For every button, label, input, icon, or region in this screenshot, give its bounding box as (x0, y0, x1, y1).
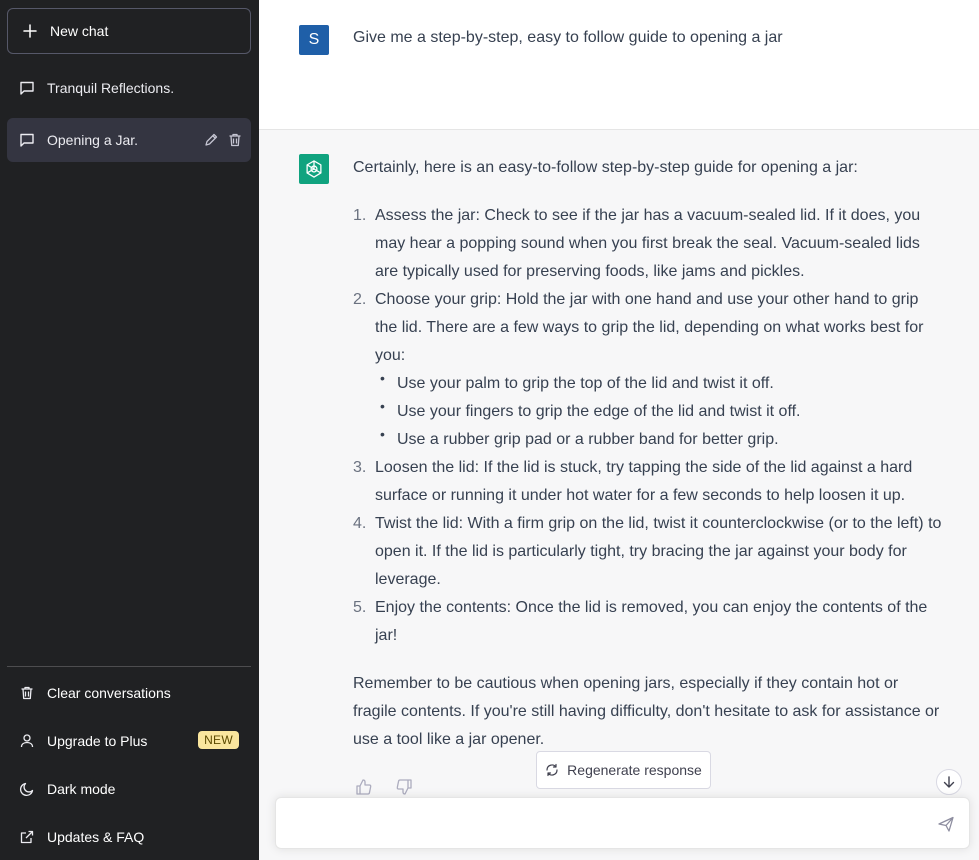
conversation-item-opening-jar[interactable]: Opening a Jar. (7, 118, 251, 162)
step-text: Twist the lid: With a firm grip on the l… (375, 515, 942, 588)
scroll-to-bottom-button[interactable] (936, 769, 962, 795)
conversation-label: Tranquil Reflections. (47, 80, 175, 96)
conversation-actions (203, 132, 243, 148)
clear-conversations-button[interactable]: Clear conversations (7, 671, 251, 715)
paper-plane-icon[interactable] (937, 815, 955, 833)
dark-mode-button[interactable]: Dark mode (7, 767, 251, 811)
sidebar-divider (7, 666, 251, 667)
refresh-icon (545, 763, 559, 777)
user-message-text: Give me a step-by-step, easy to follow g… (353, 29, 783, 46)
new-chat-button[interactable]: New chat (7, 8, 251, 54)
message-input-container (275, 797, 970, 849)
assistant-message-text: Certainly, here is an easy-to-follow ste… (353, 154, 943, 754)
sidebar: New chat Tranquil Reflections. Opening a… (0, 0, 259, 860)
step-number: 2. (353, 291, 367, 308)
chat-bubble-icon (19, 132, 35, 148)
step-item: 5. Enjoy the contents: Once the lid is r… (353, 594, 943, 650)
arrow-down-icon (942, 775, 956, 789)
grip-options-list: Use your palm to grip the top of the lid… (375, 364, 943, 454)
plus-icon (22, 23, 38, 39)
thumbs-up-icon[interactable] (355, 778, 373, 796)
assistant-outro: Remember to be cautious when opening jar… (353, 675, 940, 748)
step-item: 3. Loosen the lid: If the lid is stuck, … (353, 454, 943, 510)
user-message-row: S Give me a step-by-step, easy to follow… (259, 0, 979, 130)
clear-conversations-label: Clear conversations (47, 685, 171, 701)
conversation-item-tranquil[interactable]: Tranquil Reflections. (7, 66, 251, 110)
step-text: Loosen the lid: If the lid is stuck, try… (375, 459, 913, 504)
external-link-icon (19, 829, 35, 845)
moon-icon (19, 781, 35, 797)
assistant-message-row: Certainly, here is an easy-to-follow ste… (259, 130, 979, 860)
new-badge: NEW (198, 731, 239, 749)
regenerate-response-button[interactable]: Regenerate response (536, 751, 711, 789)
steps-list: 1. Assess the jar: Check to see if the j… (353, 202, 943, 650)
feedback-buttons (355, 778, 413, 796)
step-number: 3. (353, 459, 367, 476)
step-item: 2. Choose your grip: Hold the jar with o… (353, 286, 943, 454)
message-input[interactable] (290, 812, 910, 836)
pencil-icon[interactable] (203, 132, 219, 148)
chat-main: S Give me a step-by-step, easy to follow… (259, 0, 979, 860)
step-text: Assess the jar: Check to see if the jar … (375, 207, 921, 280)
step-item: 1. Assess the jar: Check to see if the j… (353, 202, 943, 286)
updates-faq-link[interactable]: Updates & FAQ (7, 815, 251, 859)
bullet-item: Use your fingers to grip the edge of the… (375, 392, 943, 426)
regenerate-label: Regenerate response (567, 762, 702, 778)
step-number: 4. (353, 515, 367, 532)
chat-bubble-icon (19, 80, 35, 96)
user-avatar: S (299, 25, 329, 55)
updates-faq-label: Updates & FAQ (47, 829, 145, 845)
upgrade-to-plus-button[interactable]: Upgrade to Plus NEW (7, 719, 251, 763)
new-chat-label: New chat (50, 23, 109, 39)
bullet-item: Use your palm to grip the top of the lid… (375, 364, 943, 398)
trash-icon[interactable] (227, 132, 243, 148)
step-text: Enjoy the contents: Once the lid is remo… (375, 599, 928, 644)
step-item: 4. Twist the lid: With a firm grip on th… (353, 510, 943, 594)
trash-icon (19, 685, 35, 701)
thumbs-down-icon[interactable] (395, 778, 413, 796)
step-text: Choose your grip: Hold the jar with one … (375, 291, 924, 364)
user-icon (19, 733, 35, 749)
step-number: 5. (353, 599, 367, 616)
assistant-intro: Certainly, here is an easy-to-follow ste… (353, 159, 858, 176)
upgrade-label: Upgrade to Plus (47, 733, 148, 749)
bullet-item: Use a rubber grip pad or a rubber band f… (375, 420, 943, 454)
step-number: 1. (353, 207, 367, 224)
conversation-label: Opening a Jar. (47, 132, 139, 148)
dark-mode-label: Dark mode (47, 781, 116, 797)
openai-logo-icon (299, 154, 329, 184)
